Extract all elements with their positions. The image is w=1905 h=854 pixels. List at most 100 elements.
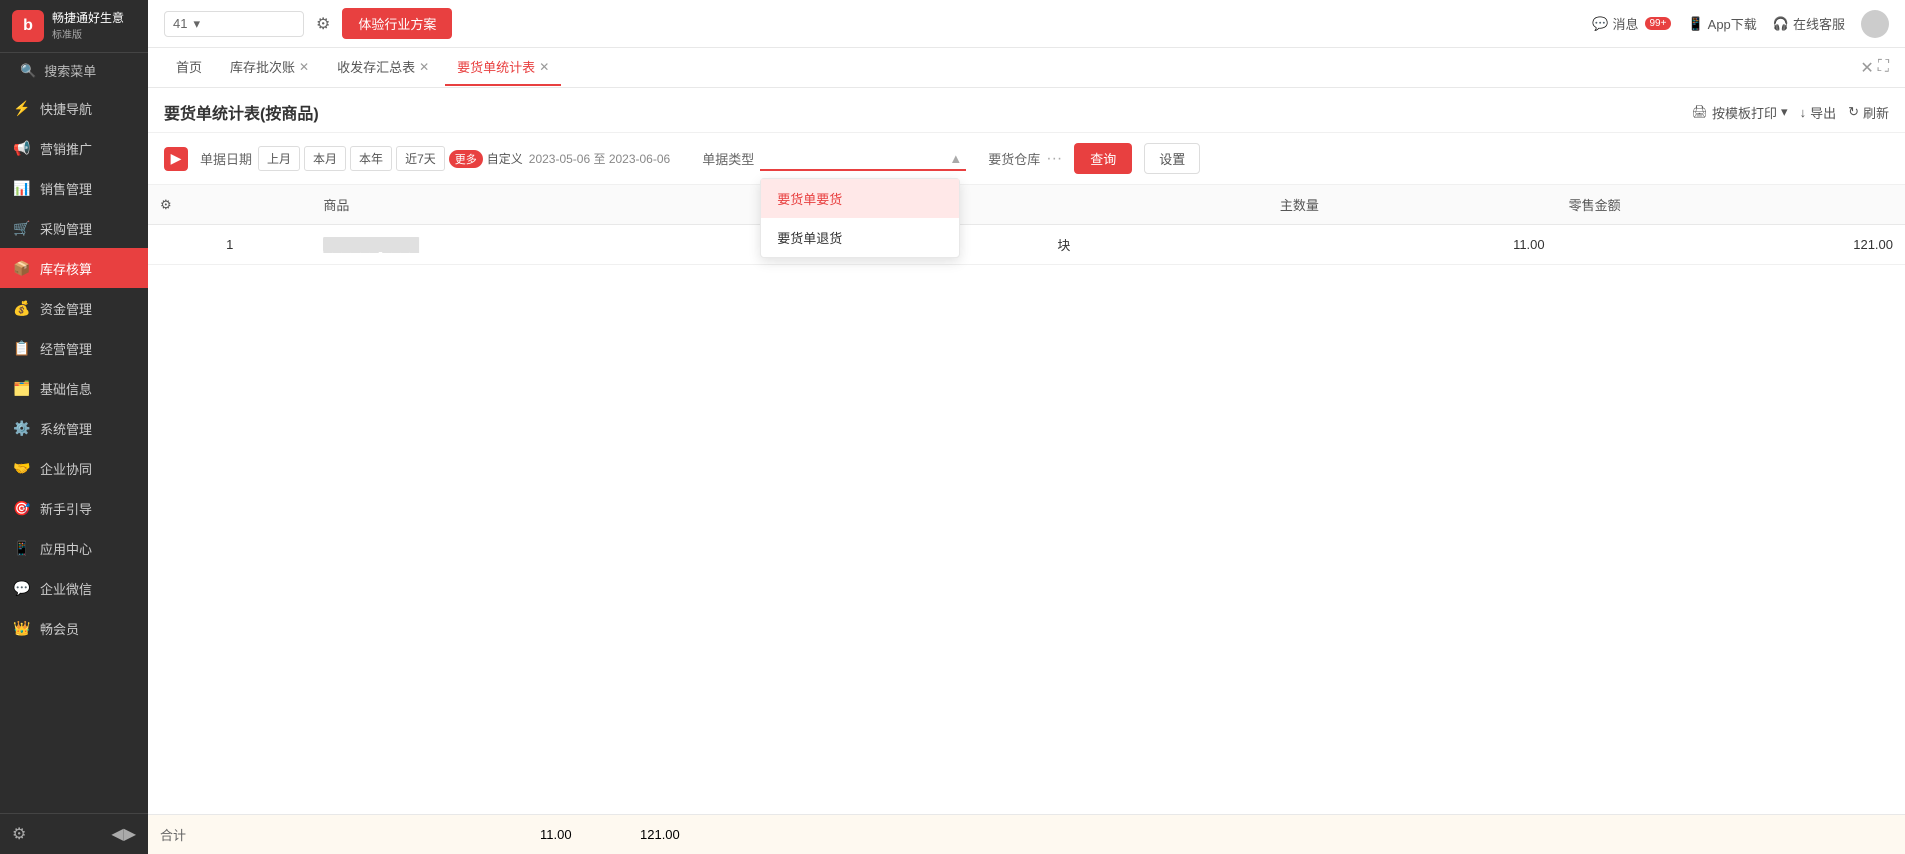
company-selector-value: 41 xyxy=(173,16,187,31)
online-service-btn[interactable]: 🎧 在线客服 xyxy=(1773,14,1845,33)
sidebar-item-enterprise[interactable]: 🤝 企业协同 xyxy=(0,448,148,488)
nav-label-purchase: 采购管理 xyxy=(40,219,92,238)
tab-close-icon[interactable]: ✕ xyxy=(299,60,309,74)
sidebar-item-operation[interactable]: 📋 经营管理 xyxy=(0,328,148,368)
industry-btn[interactable]: 体验行业方案 xyxy=(342,8,452,39)
page-header: 要货单统计表(按商品) 🖨 按模板打印 ▾ ↓ 导出 ↻ 刷新 xyxy=(148,88,1905,133)
tab-close-icon[interactable]: ✕ xyxy=(539,60,549,74)
type-filter-input[interactable] xyxy=(760,146,966,171)
app-download-btn[interactable]: 📱 App下载 xyxy=(1687,14,1756,33)
current-month-btn[interactable]: 本月 xyxy=(304,146,346,171)
th-settings-icon[interactable]: ⚙ xyxy=(160,197,172,212)
more-dates-badge[interactable]: 更多 xyxy=(449,150,483,168)
nav-icon-quick-nav: ⚡ xyxy=(12,98,32,118)
data-table: ⚙商品主计量单位主数量零售金额 1 ██████ ████ 块 11.00 12… xyxy=(148,185,1905,265)
dropdown-option-要货单要货[interactable]: 要货单要货 xyxy=(761,179,959,218)
dropdown-option-要货单退货[interactable]: 要货单退货 xyxy=(761,218,959,257)
footer-main-qty: 11.00 xyxy=(540,827,640,842)
sidebar-bottom: ⚙ ◀▶ xyxy=(0,813,148,854)
sidebar-item-purchase[interactable]: 🛒 采购管理 xyxy=(0,208,148,248)
sidebar-item-finance[interactable]: 💰 资金管理 xyxy=(0,288,148,328)
tab-label: 收发存汇总表 xyxy=(337,57,415,76)
sidebar: b 畅捷通好生意 标准版 🔍 搜索菜单 ⚡ 快捷导航📢 营销推广📊 销售管理🛒 … xyxy=(0,0,148,854)
refresh-label: 刷新 xyxy=(1863,103,1889,122)
content-area: 要货单统计表(按商品) 🖨 按模板打印 ▾ ↓ 导出 ↻ 刷新 xyxy=(148,88,1905,854)
type-filter-group: 单据类型 ▲ 要货单要货要货单退货 xyxy=(702,146,966,171)
type-dropdown-arrow[interactable]: ▲ xyxy=(949,151,962,166)
current-year-btn[interactable]: 本年 xyxy=(350,146,392,171)
filter-expand-btn[interactable]: ▶ xyxy=(164,147,188,171)
nav-icon-marketing: 📢 xyxy=(12,138,32,158)
set-btn[interactable]: 设置 xyxy=(1144,143,1200,174)
sidebar-item-quick-nav[interactable]: ⚡ 快捷导航 xyxy=(0,88,148,128)
app-sub-label: 标准版 xyxy=(52,26,124,41)
print-btn[interactable]: 🖨 按模板打印 ▾ xyxy=(1692,103,1788,122)
search-icon: 🔍 xyxy=(20,63,36,79)
nav-label-finance: 资金管理 xyxy=(40,299,92,318)
sidebar-item-inventory[interactable]: 📦 库存核算 xyxy=(0,248,148,288)
user-avatar[interactable] xyxy=(1861,10,1889,38)
tab-收发存汇总表[interactable]: 收发存汇总表 ✕ xyxy=(325,49,441,86)
headset-icon: 🎧 xyxy=(1773,16,1789,32)
topbar-gear-icon[interactable]: ⚙ xyxy=(316,14,330,34)
company-selector[interactable]: 41 ▾ xyxy=(164,11,304,37)
topbar-left: 41 ▾ ⚙ 体验行业方案 xyxy=(164,8,452,39)
collapse-icon[interactable]: ◀▶ xyxy=(111,824,136,844)
message-icon: 💬 xyxy=(1592,16,1608,32)
sidebar-item-vip[interactable]: 👑 畅会员 xyxy=(0,608,148,648)
date-filter-label: 单据日期 xyxy=(200,149,252,168)
topbar: 41 ▾ ⚙ 体验行业方案 💬 消息 99+ 📱 App下载 🎧 在线客服 xyxy=(148,0,1905,48)
td-retail-amount: 121.00 xyxy=(1557,225,1905,265)
sidebar-item-basic[interactable]: 🗂️ 基础信息 xyxy=(0,368,148,408)
topbar-right: 💬 消息 99+ 📱 App下载 🎧 在线客服 xyxy=(1592,10,1889,38)
sidebar-item-appstore[interactable]: 📱 应用中心 xyxy=(0,528,148,568)
nav-icon-finance: 💰 xyxy=(12,298,32,318)
sidebar-item-system[interactable]: ⚙️ 系统管理 xyxy=(0,408,148,448)
message-label: 消息 xyxy=(1612,14,1638,33)
sidebar-item-guide[interactable]: 🎯 新手引导 xyxy=(0,488,148,528)
nav-icon-guide: 🎯 xyxy=(12,498,32,518)
tab-close-icon[interactable]: ✕ xyxy=(419,60,429,74)
query-btn[interactable]: 查询 xyxy=(1074,143,1132,174)
app-download-label: App下载 xyxy=(1708,14,1757,33)
warehouse-filter-group: 要货仓库 ··· xyxy=(988,149,1062,168)
th-0: ⚙ xyxy=(148,185,311,225)
page-title: 要货单统计表(按商品) xyxy=(164,100,319,124)
footer-retail-amount: 121.00 xyxy=(640,827,740,842)
sidebar-item-weixin[interactable]: 💬 企业微信 xyxy=(0,568,148,608)
prev-month-btn[interactable]: 上月 xyxy=(258,146,300,171)
type-filter-label: 单据类型 xyxy=(702,149,754,168)
print-label: 按模板打印 xyxy=(1712,103,1777,122)
tab-库存批次账[interactable]: 库存批次账 ✕ xyxy=(218,49,321,86)
refresh-btn[interactable]: ↻ 刷新 xyxy=(1848,103,1889,122)
tab-首页[interactable]: 首页 xyxy=(164,49,214,86)
th-4: 零售金额 xyxy=(1557,185,1905,225)
nav-label-appstore: 应用中心 xyxy=(40,539,92,558)
sidebar-search-menu[interactable]: 🔍 搜索菜单 xyxy=(0,53,148,88)
app-logo-icon: b xyxy=(12,10,44,42)
tabs-bar: 首页库存批次账 ✕收发存汇总表 ✕要货单统计表 ✕ ✕ ⛶ xyxy=(148,48,1905,88)
tab-label: 首页 xyxy=(176,57,202,76)
sidebar-search-label: 搜索菜单 xyxy=(44,61,96,80)
nav-icon-sales: 📊 xyxy=(12,178,32,198)
export-btn[interactable]: ↓ 导出 xyxy=(1800,103,1837,122)
page-actions: 🖨 按模板打印 ▾ ↓ 导出 ↻ 刷新 xyxy=(1692,103,1890,122)
recent-7days-btn[interactable]: 近7天 xyxy=(396,146,445,171)
footer-label: 合计 xyxy=(160,825,340,844)
warehouse-more-btn[interactable]: ··· xyxy=(1046,150,1062,168)
nav-icon-inventory: 📦 xyxy=(12,258,32,278)
tab-label: 库存批次账 xyxy=(230,57,295,76)
custom-date-btn[interactable]: 自定义 xyxy=(487,150,523,167)
tab-要货单统计表[interactable]: 要货单统计表 ✕ xyxy=(445,49,561,86)
sidebar-item-sales[interactable]: 📊 销售管理 xyxy=(0,168,148,208)
date-range-display: 2023-05-06 至 2023-06-06 xyxy=(529,150,670,167)
sidebar-item-marketing[interactable]: 📢 营销推广 xyxy=(0,128,148,168)
close-all-tabs-btn[interactable]: ✕ xyxy=(1860,58,1873,78)
export-icon: ↓ xyxy=(1800,105,1807,120)
message-btn[interactable]: 💬 消息 99+ xyxy=(1592,14,1671,33)
nav-icon-basic: 🗂️ xyxy=(12,378,32,398)
settings-icon[interactable]: ⚙ xyxy=(12,824,26,844)
th-3: 主数量 xyxy=(1268,185,1557,225)
maximize-btn[interactable]: ⛶ xyxy=(1878,58,1889,78)
nav-label-system: 系统管理 xyxy=(40,419,92,438)
